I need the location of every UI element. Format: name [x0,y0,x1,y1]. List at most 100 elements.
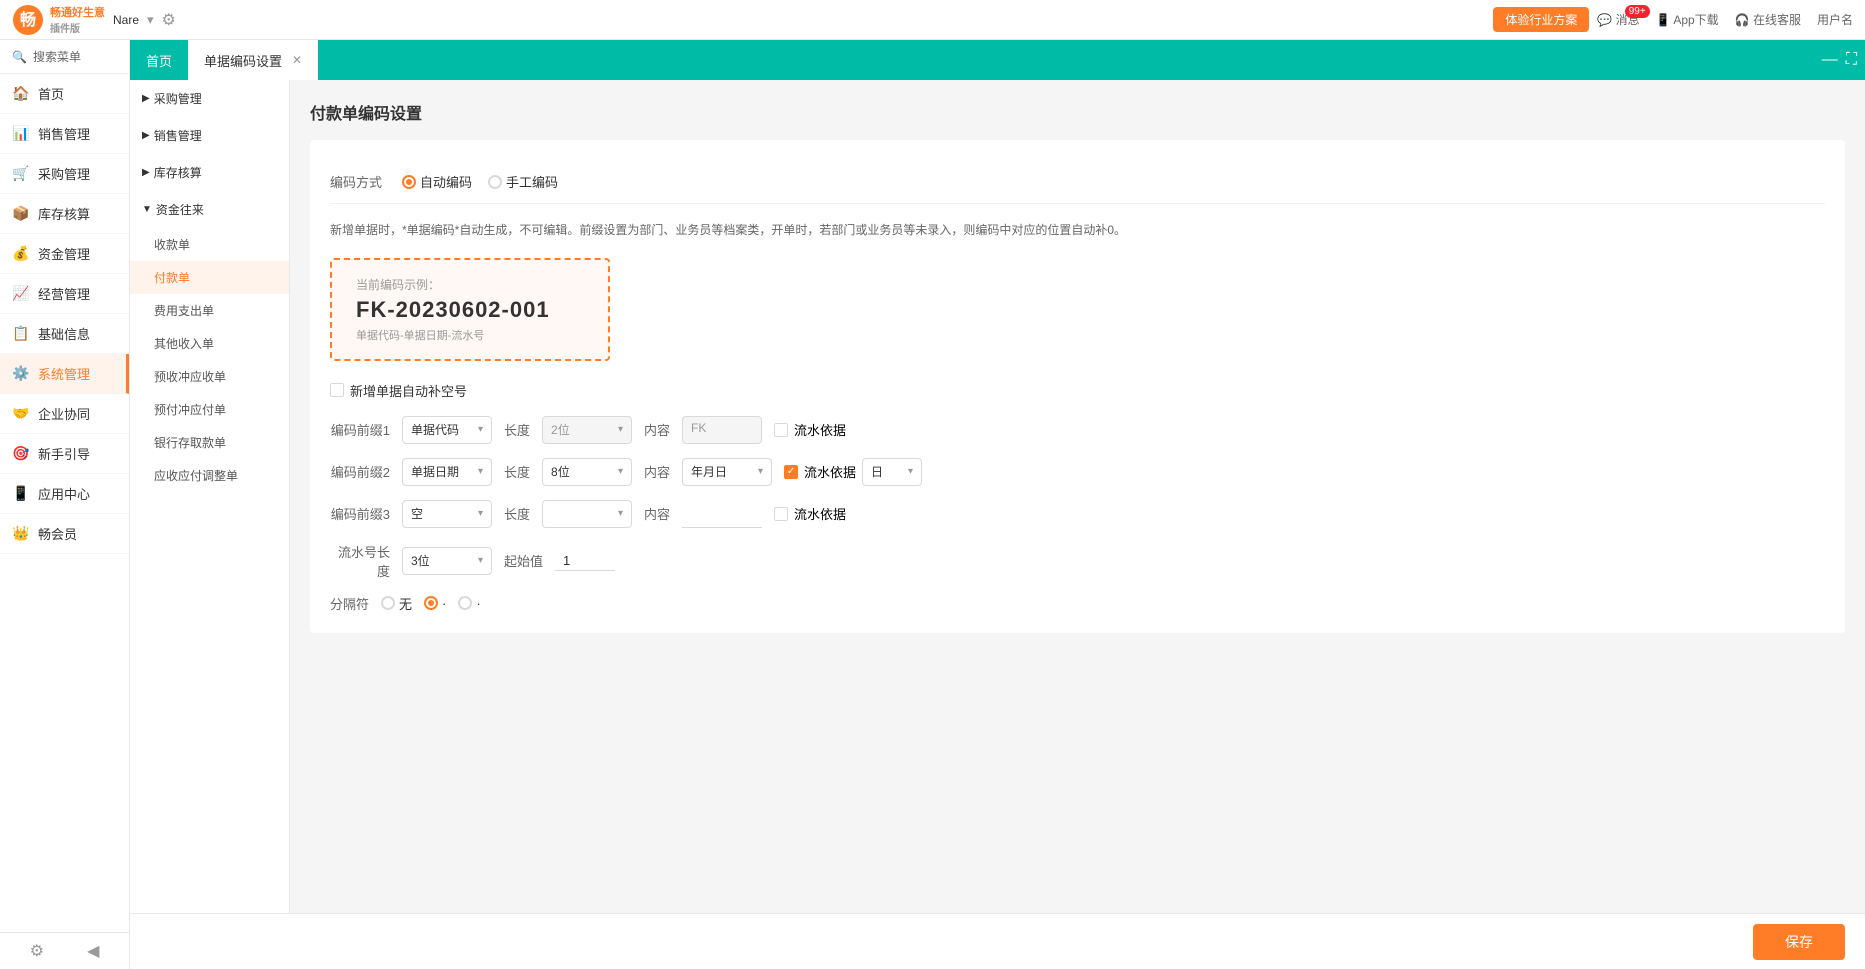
minimize-icon[interactable]: — [1822,51,1838,69]
sidebar-item-label: 企业协同 [38,404,90,423]
sidebar-item-appcenter[interactable]: 📱 应用中心 [0,474,129,514]
sep-dash-option[interactable]: · [458,596,480,611]
save-button[interactable]: 保存 [1753,924,1845,960]
sub-nav-item-bank[interactable]: 银行存取款单 [130,426,289,459]
sub-nav-item-other-income[interactable]: 其他收入单 [130,327,289,360]
content-body: ▶ 采购管理 ▶ 销售管理 ▶ 库存核算 [130,80,1865,913]
app-download-nav[interactable]: 📱 App下载 [1656,11,1719,28]
sub-nav-item-prepaid-receivable[interactable]: 预收冲应收单 [130,360,289,393]
form-row-3: 编码前缀3 空 ▾ 长度 ▾ 内容 [330,500,1825,528]
sub-nav-header-fund[interactable]: ▼ 资金往来 [130,191,289,228]
chevron-down-icon: ▾ [908,466,913,477]
water-flow-label-1: 流水依据 [794,420,846,439]
tab-home[interactable]: 首页 [130,40,188,80]
sub-nav-item-expense[interactable]: 费用支出单 [130,294,289,327]
enterprise-icon: 🤝 [12,405,30,423]
sub-nav-item-adjustments[interactable]: 应收应付调整单 [130,459,289,492]
water-flow-checkbox-3[interactable] [774,507,788,521]
sub-nav-group-fund: ▼ 资金往来 收款单 付款单 费用支出单 其他收入单 预收冲应收单 预付冲应付单… [130,191,289,492]
info-text: 新增单据时，*单据编码*自动生成，不可编辑。前缀设置为部门、业务员等档案类，开单… [330,220,1825,242]
main-layout: 🔍 搜索菜单 🏠 首页 📊 销售管理 🛒 采购管理 📦 库存核算 💰 资金管理 … [0,40,1865,969]
sep-dash-radio [458,596,472,610]
sub-nav-header-sales[interactable]: ▶ 销售管理 [130,117,289,154]
sep-dot-option[interactable]: · [424,596,446,611]
tab-home-label: 首页 [146,51,172,70]
tab-code-settings[interactable]: 单据编码设置 ✕ [188,40,318,80]
system-icon: ⚙️ [12,365,30,383]
serial-length-select[interactable]: 3位 ▾ [402,547,492,575]
sidebar-item-purchase[interactable]: 🛒 采购管理 [0,154,129,194]
sidebar-item-label: 基础信息 [38,324,90,343]
purchase-icon: 🛒 [12,165,30,183]
sidebar-item-finance[interactable]: 💰 资金管理 [0,234,129,274]
sep-none-radio [381,596,395,610]
length2-select[interactable]: 8位 ▾ [542,458,632,486]
prefix1-select[interactable]: 单据代码 ▾ [402,416,492,444]
basic-icon: 📋 [12,325,30,343]
sidebar-item-label: 畅会员 [38,524,77,543]
app-name: 畅通好生意 [50,4,105,20]
code-preview: 当前编码示例： FK-20230602-001 单据代码-单据日期-流水号 [330,258,610,361]
sep-dash-label: · [476,596,480,611]
chevron-down-icon: ▾ [478,508,483,519]
sidebar-item-sales[interactable]: 📊 销售管理 [0,114,129,154]
auto-fill-checkbox[interactable] [330,383,344,397]
content2-select[interactable]: 年月日 ▾ [682,458,772,486]
user-info[interactable]: 用户名 [1817,11,1853,28]
arrow-down-icon: ▼ [142,204,152,215]
water-unit-select[interactable]: 日 ▾ [862,458,922,486]
length1-select[interactable]: 2位 ▾ [542,416,632,444]
sidebar-item-inventory[interactable]: 📦 库存核算 [0,194,129,234]
tab-close-icon[interactable]: ✕ [292,53,302,67]
sep-none-label: 无 [399,594,412,613]
logo: 畅 畅通好生意 插件版 [12,4,105,36]
sidebar-item-home[interactable]: 🏠 首页 [0,74,129,114]
prefix3-select[interactable]: 空 ▾ [402,500,492,528]
form-row-1: 编码前缀1 单据代码 ▾ 长度 2位 ▾ 内容 FK [330,416,1825,444]
sub-nav-group-sales: ▶ 销售管理 [130,117,289,154]
home-icon: 🏠 [12,85,30,103]
sub-nav-item-receipt[interactable]: 收款单 [130,228,289,261]
sub-nav-header-label: 资金往来 [156,201,204,218]
sidebar-item-basic[interactable]: 📋 基础信息 [0,314,129,354]
sidebar-item-vip[interactable]: 👑 畅会员 [0,514,129,554]
sub-nav-item-payment[interactable]: 付款单 [130,261,289,294]
length3-select[interactable]: ▾ [542,500,632,528]
chevron-down-icon[interactable]: ▾ [147,12,154,28]
start-value-input[interactable]: 1 [555,551,615,571]
sub-nav-header-inventory[interactable]: ▶ 库存核算 [130,154,289,191]
collapse-icon[interactable]: ◀ [87,941,99,961]
manual-code-radio[interactable]: 手工编码 [488,172,558,191]
online-service-nav[interactable]: 🎧 在线客服 [1735,11,1801,28]
length3-label: 长度 [504,504,530,523]
chevron-down-icon: ▾ [758,466,763,477]
app-sub: 插件版 [50,20,105,35]
sidebar-item-label: 库存核算 [38,204,90,223]
appcenter-icon: 📱 [12,485,30,503]
solution-button[interactable]: 体验行业方案 [1493,7,1589,32]
content-area: 首页 单据编码设置 ✕ — ⛶ ▶ 采购管理 [130,40,1865,969]
sep-none-option[interactable]: 无 [381,594,412,613]
sidebar-item-operations[interactable]: 📈 经营管理 [0,274,129,314]
sidebar-item-enterprise[interactable]: 🤝 企业协同 [0,394,129,434]
auto-code-radio[interactable]: 自动编码 [402,172,472,191]
search-menu[interactable]: 🔍 搜索菜单 [0,40,129,74]
sub-nav-header-purchase[interactable]: ▶ 采购管理 [130,80,289,117]
content2-value: 年月日 [691,463,727,480]
water-flow-checkbox-2[interactable]: ✓ [784,465,798,479]
message-nav[interactable]: 💬 消息 99+ [1597,11,1639,28]
settings-bottom-icon[interactable]: ⚙ [30,941,44,961]
content2-label: 内容 [644,462,670,481]
length2-label: 长度 [504,462,530,481]
settings-icon[interactable]: ⚙ [162,10,176,30]
water-flow-checkbox-1[interactable] [774,423,788,437]
maximize-icon[interactable]: ⛶ [1846,51,1857,69]
sidebar-item-guide[interactable]: 🎯 新手引导 [0,434,129,474]
sub-nav-item-prepaid-payable[interactable]: 预付冲应付单 [130,393,289,426]
prefix3-select-value: 空 [411,505,423,522]
tab-bar-actions: — ⛶ [1822,51,1865,69]
sidebar-item-label: 销售管理 [38,124,90,143]
sidebar-item-system[interactable]: ⚙️ 系统管理 [0,354,129,394]
sub-nav-group-inventory: ▶ 库存核算 [130,154,289,191]
prefix2-select[interactable]: 单据日期 ▾ [402,458,492,486]
